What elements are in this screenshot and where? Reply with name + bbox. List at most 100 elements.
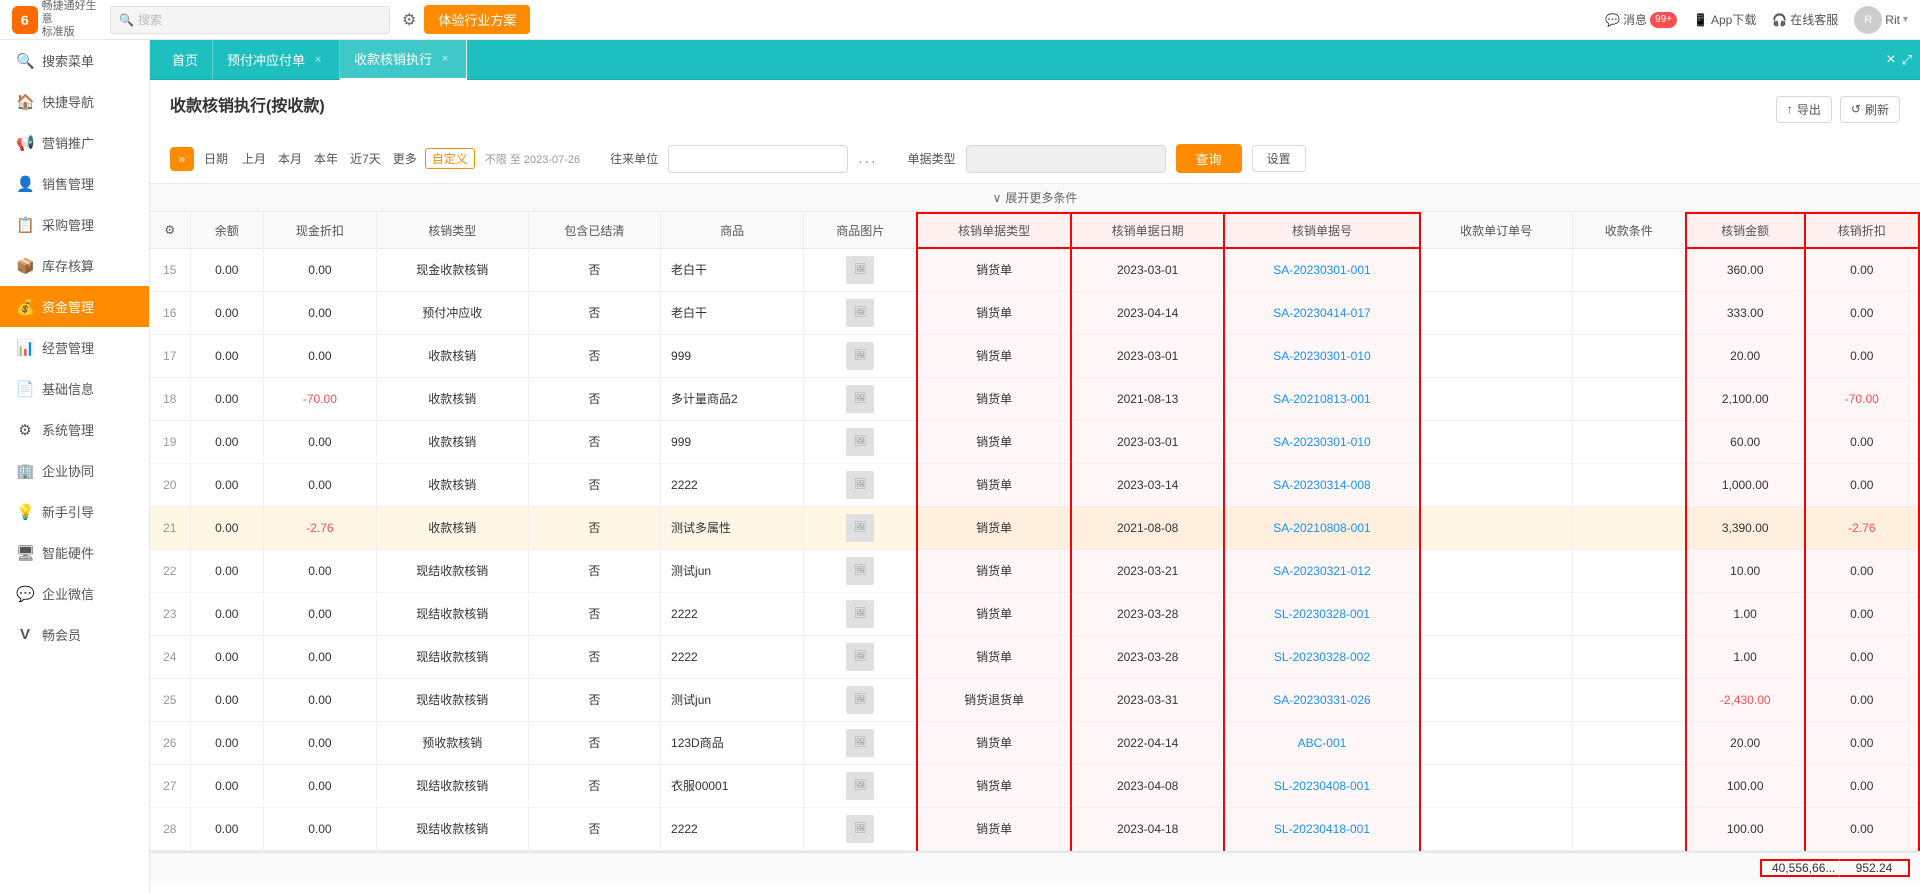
purchase-icon: 📋 xyxy=(16,216,34,234)
industry-btn[interactable]: 体验行业方案 xyxy=(424,5,530,34)
date-custom[interactable]: 自定义 xyxy=(425,148,475,169)
global-search[interactable]: 🔍 搜索 xyxy=(110,6,390,34)
sidebar-item-marketing[interactable]: 📢 营销推广 xyxy=(0,122,149,163)
partner-input[interactable] xyxy=(668,145,848,173)
window-expand-icon[interactable]: ⤢ xyxy=(1902,52,1912,68)
cell-receipt-order-no xyxy=(1420,635,1573,678)
date-this-month[interactable]: 本月 xyxy=(274,148,306,169)
tab-receipt[interactable]: 收款核销执行 × xyxy=(340,40,467,80)
date-this-year[interactable]: 本年 xyxy=(310,148,342,169)
app-download-btn[interactable]: 📱 App下载 xyxy=(1693,11,1756,28)
cell-cancel-bill-date: 2023-04-08 xyxy=(1071,764,1225,807)
cell-cancel-bill-date: 2023-04-18 xyxy=(1071,807,1225,850)
sidebar-item-finance[interactable]: 💰 资金管理 xyxy=(0,286,149,327)
cell-include-settled: 否 xyxy=(528,291,660,334)
cell-cancel-bill-date: 2022-04-14 xyxy=(1071,721,1225,764)
cell-cash-discount: 0.00 xyxy=(264,592,377,635)
cell-cancel-bill-no[interactable]: SA-20230301-001 xyxy=(1224,248,1419,291)
tab-prepay[interactable]: 预付冲应付单 × xyxy=(213,40,340,80)
sidebar-item-wechat[interactable]: 💬 企业微信 xyxy=(0,573,149,614)
cell-include-settled: 否 xyxy=(528,420,660,463)
tab-home[interactable]: 首页 xyxy=(158,40,213,80)
window-close-icon[interactable]: × xyxy=(1886,51,1895,69)
cell-product-image: 🖼 xyxy=(804,592,918,635)
cell-cancel-bill-no[interactable]: SL-20230328-002 xyxy=(1224,635,1419,678)
message-btn[interactable]: 💬 消息 99+ xyxy=(1605,11,1677,28)
cell-cancel-bill-type: 销货单 xyxy=(917,721,1071,764)
sidebar-item-quicknav[interactable]: 🏠 快捷导航 xyxy=(0,81,149,122)
col-settings[interactable]: ⚙ xyxy=(150,213,190,248)
cell-cancel-discount: 0.00 xyxy=(1805,549,1919,592)
tab-prepay-close[interactable]: × xyxy=(311,53,325,67)
cell-cancel-bill-no[interactable]: SA-20210813-001 xyxy=(1224,377,1419,420)
date-label: 日期 xyxy=(204,150,228,167)
cell-cancel-bill-no[interactable]: SA-20230331-026 xyxy=(1224,678,1419,721)
cell-cancel-discount: 0.00 xyxy=(1805,635,1919,678)
cell-product: 多计量商品2 xyxy=(661,377,804,420)
online-service-btn[interactable]: 🎧 在线客服 xyxy=(1772,11,1838,28)
filter-expand-btn[interactable]: » xyxy=(170,147,194,171)
tab-actions: × ⤢ xyxy=(1886,51,1912,69)
sidebar-item-basic[interactable]: 📄 基础信息 xyxy=(0,368,149,409)
export-btn[interactable]: ↑ 导出 xyxy=(1776,96,1832,123)
sidebar-item-guide[interactable]: 💡 新手引导 xyxy=(0,491,149,532)
date-more[interactable]: 更多 xyxy=(389,148,421,169)
cell-cancel-bill-no[interactable]: ABC-001 xyxy=(1224,721,1419,764)
cell-cancel-bill-no[interactable]: SA-20230301-010 xyxy=(1224,420,1419,463)
cell-cancel-bill-no[interactable]: SL-20230418-001 xyxy=(1224,807,1419,850)
cell-receipt-order-no xyxy=(1420,377,1573,420)
logo-icon: 6 xyxy=(12,6,38,34)
bill-type-select[interactable] xyxy=(966,145,1166,173)
page-title: 收款核销执行(按收款) xyxy=(170,92,325,116)
expand-more-bar[interactable]: ∨ 展开更多条件 xyxy=(150,184,1920,212)
cell-cancel-discount: 0.00 xyxy=(1805,678,1919,721)
cell-cash-discount: 0.00 xyxy=(264,248,377,291)
phone-icon: 📱 xyxy=(1693,13,1708,27)
cell-cancel-type: 收款核销 xyxy=(376,463,528,506)
cell-cancel-bill-no[interactable]: SA-20230321-012 xyxy=(1224,549,1419,592)
cell-cancel-amount: 100.00 xyxy=(1686,807,1805,850)
sidebar-item-hardware[interactable]: 🖥 智能硬件 xyxy=(0,532,149,573)
user-menu[interactable]: R Rit ▾ xyxy=(1854,6,1908,34)
cell-product: 老白干 xyxy=(661,291,804,334)
cell-cash-discount: 0.00 xyxy=(264,807,377,850)
cell-no: 18 xyxy=(150,377,190,420)
table-footer: 40,556,66... 952.24 xyxy=(150,851,1920,883)
cell-cancel-type: 收款核销 xyxy=(376,334,528,377)
cell-cancel-bill-no[interactable]: SA-20230414-017 xyxy=(1224,291,1419,334)
cell-no: 19 xyxy=(150,420,190,463)
cell-cancel-discount: 0.00 xyxy=(1805,334,1919,377)
cell-cash-discount: -2.76 xyxy=(264,506,377,549)
settings-btn[interactable]: 设置 xyxy=(1252,145,1306,172)
sidebar-item-enterprise[interactable]: 🏢 企业协同 xyxy=(0,450,149,491)
cell-product-image: 🖼 xyxy=(804,248,918,291)
cell-cancel-bill-no[interactable]: SA-20230301-010 xyxy=(1224,334,1419,377)
cell-no: 24 xyxy=(150,635,190,678)
cell-cancel-bill-no[interactable]: SL-20230328-001 xyxy=(1224,592,1419,635)
sidebar-item-system[interactable]: ⚙ 系统管理 xyxy=(0,409,149,450)
sidebar-item-sales[interactable]: 👤 销售管理 xyxy=(0,163,149,204)
cell-receipt-condition xyxy=(1572,678,1686,721)
cell-product-image: 🖼 xyxy=(804,635,918,678)
sidebar-item-inventory[interactable]: 📦 库存核算 xyxy=(0,245,149,286)
sidebar-item-purchase[interactable]: 📋 采购管理 xyxy=(0,204,149,245)
cell-balance: 0.00 xyxy=(190,635,264,678)
gear-button[interactable]: ⚙ xyxy=(402,10,416,30)
date-7days[interactable]: 近7天 xyxy=(346,148,385,169)
refresh-btn[interactable]: ↺ 刷新 xyxy=(1840,96,1900,123)
basic-icon: 📄 xyxy=(16,380,34,398)
cell-cancel-bill-no[interactable]: SA-20210808-001 xyxy=(1224,506,1419,549)
cell-product-image: 🖼 xyxy=(804,420,918,463)
cell-cancel-bill-no[interactable]: SA-20230314-008 xyxy=(1224,463,1419,506)
sidebar-item-operation[interactable]: 📊 经营管理 xyxy=(0,327,149,368)
cell-cancel-bill-no[interactable]: SL-20230408-001 xyxy=(1224,764,1419,807)
tab-receipt-close[interactable]: × xyxy=(438,52,452,66)
sidebar-item-search[interactable]: 🔍 搜索菜单 xyxy=(0,40,149,81)
cell-product-image: 🖼 xyxy=(804,377,918,420)
date-last-month[interactable]: 上月 xyxy=(238,148,270,169)
query-btn[interactable]: 查询 xyxy=(1176,144,1242,173)
cell-balance: 0.00 xyxy=(190,506,264,549)
cell-balance: 0.00 xyxy=(190,721,264,764)
sidebar-item-member[interactable]: V 畅会员 xyxy=(0,614,149,655)
cell-product: 2222 xyxy=(661,807,804,850)
